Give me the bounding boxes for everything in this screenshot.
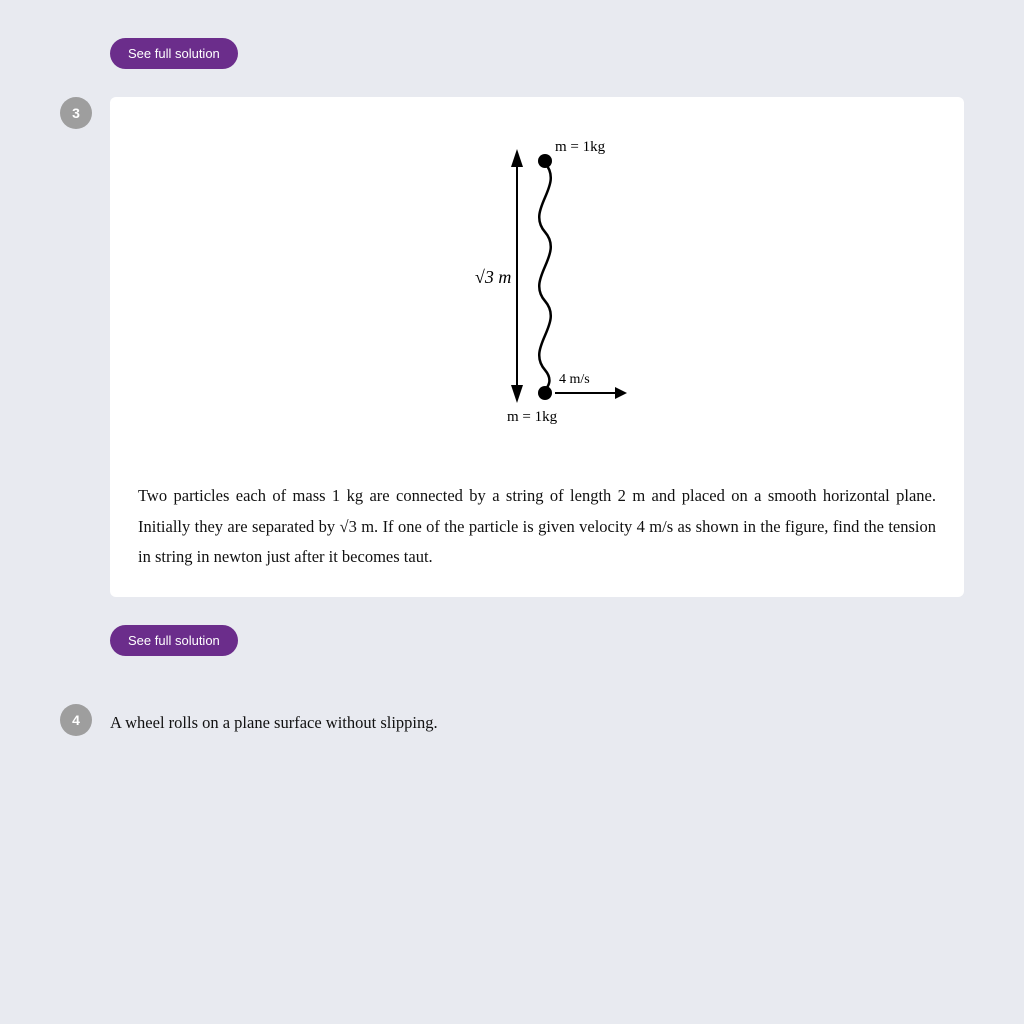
see-full-solution-bottom-button[interactable]: See full solution <box>110 625 238 656</box>
see-full-solution-top-button[interactable]: See full solution <box>110 38 238 69</box>
bottom-mass-dot <box>538 386 552 400</box>
question-3-content: √3 m m = 1kg 4 m/s m = <box>110 97 964 597</box>
svg-text:m = 1kg: m = 1kg <box>555 139 606 155</box>
question-3-badge: 3 <box>60 97 92 129</box>
question-4-text: A wheel rolls on a plane surface without… <box>110 704 438 739</box>
bottom-btn-row: See full solution <box>60 625 964 674</box>
svg-text:m = 1kg: m = 1kg <box>507 409 558 425</box>
diagram-svg: √3 m m = 1kg 4 m/s m = <box>387 121 687 461</box>
svg-text:4 m/s: 4 m/s <box>559 372 590 387</box>
top-mass-dot <box>538 154 552 168</box>
question-4-block: 4 A wheel rolls on a plane surface witho… <box>60 704 964 739</box>
question-3-text: Two particles each of mass 1 kg are conn… <box>138 481 936 573</box>
question-3-block: 3 √3 m <box>60 97 964 597</box>
page-wrapper: See full solution 3 √3 m <box>0 0 1024 758</box>
svg-text:√3 m: √3 m <box>475 267 511 287</box>
question-4-badge: 4 <box>60 704 92 736</box>
diagram-area: √3 m m = 1kg 4 m/s m = <box>138 121 936 461</box>
